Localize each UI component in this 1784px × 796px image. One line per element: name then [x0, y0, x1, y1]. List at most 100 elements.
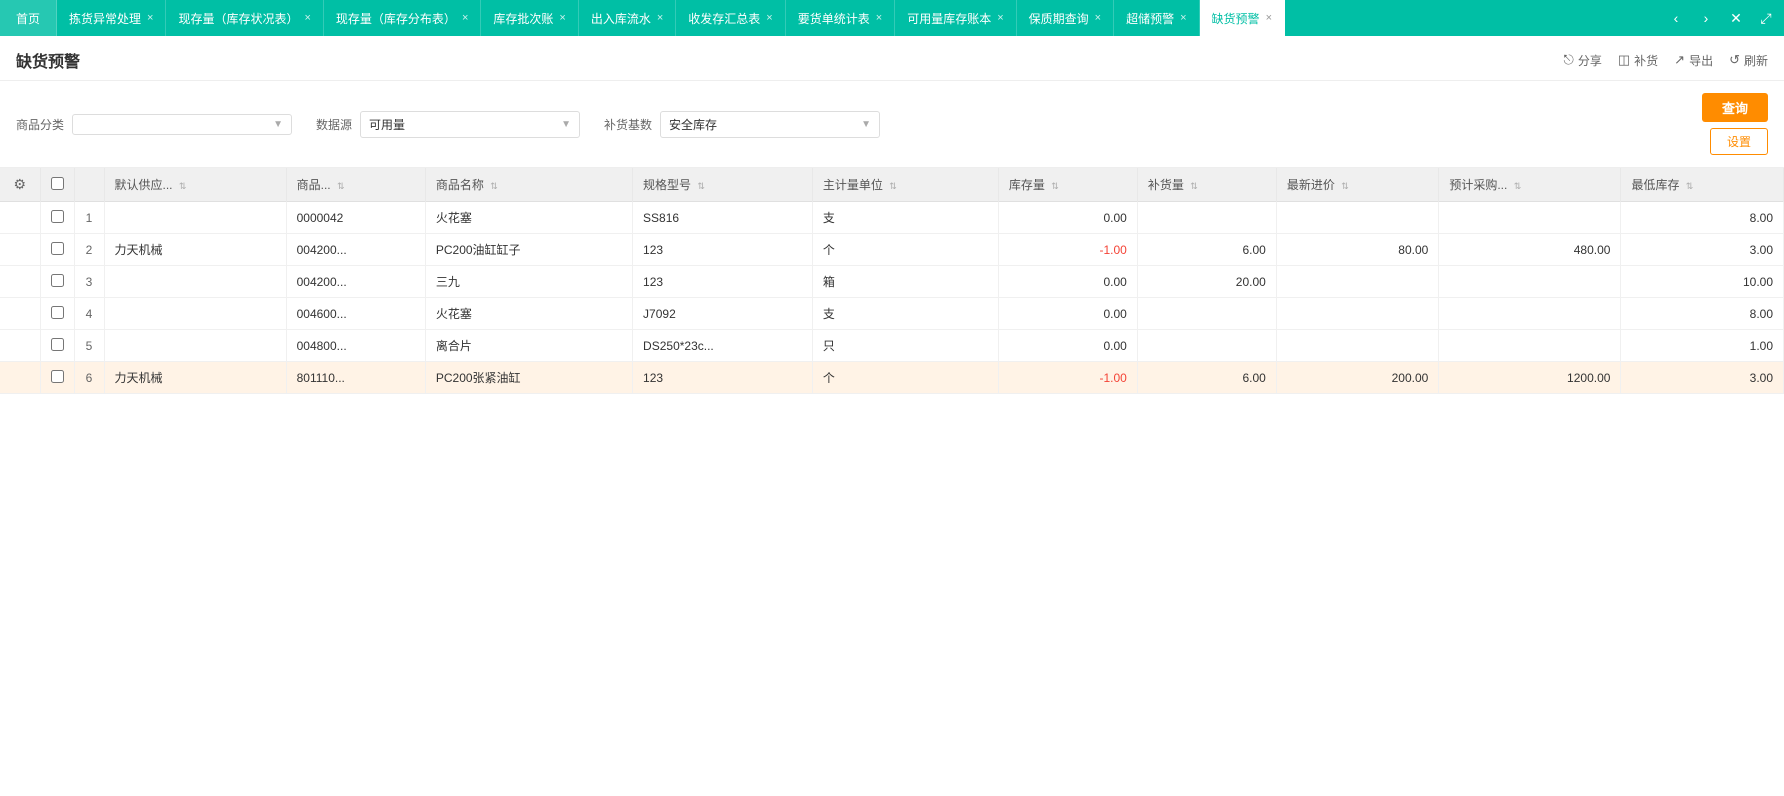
- row-checkbox[interactable]: [51, 306, 64, 319]
- nav-tab-home[interactable]: 首页: [0, 0, 57, 36]
- row-number: 4: [74, 298, 104, 330]
- row-stock: 0.00: [998, 330, 1137, 362]
- home-tab-label: 首页: [16, 10, 40, 27]
- export-action[interactable]: ↗ 导出: [1674, 52, 1713, 69]
- datasource-select[interactable]: 可用量 ▼: [360, 111, 580, 138]
- row-checkbox-cell[interactable]: [40, 298, 74, 330]
- nav-next-button[interactable]: ›: [1692, 4, 1720, 32]
- replenish-action[interactable]: ◫ 补货: [1618, 52, 1658, 69]
- recv-summary-label: 收发存汇总表: [688, 10, 760, 27]
- row-est-purchase: [1439, 266, 1621, 298]
- row-code: 004800...: [286, 330, 425, 362]
- row-latest-price: [1276, 266, 1439, 298]
- row-code: 004200...: [286, 266, 425, 298]
- replenish-base-select[interactable]: 安全库存 ▼: [660, 111, 880, 138]
- row-checkbox-cell[interactable]: [40, 234, 74, 266]
- row-checkbox[interactable]: [51, 242, 64, 255]
- col-latest-price[interactable]: 最新进价 ⇅: [1276, 168, 1439, 202]
- nav-close-button[interactable]: ✕: [1722, 4, 1750, 32]
- nav-tab-avail-ledger[interactable]: 可用量库存账本 ×: [895, 0, 1016, 36]
- row-unit: 支: [812, 202, 998, 234]
- col-stock[interactable]: 库存量 ⇅: [998, 168, 1137, 202]
- col-select-all[interactable]: [40, 168, 74, 202]
- close-avail-ledger[interactable]: ×: [997, 12, 1003, 24]
- nav-tab-demand-stat[interactable]: 要货单统计表 ×: [786, 0, 895, 36]
- defect-handling-label: 拣货异常处理: [69, 10, 141, 27]
- select-all-checkbox[interactable]: [51, 177, 64, 190]
- col-stock-label: 库存量: [1009, 178, 1045, 192]
- col-min-stock[interactable]: 最低库存 ⇅: [1621, 168, 1784, 202]
- col-gear[interactable]: ⚙: [0, 168, 40, 202]
- nav-tab-shortage[interactable]: 缺货预警 ×: [1200, 0, 1285, 36]
- replenish-base-value: 安全库存: [669, 116, 717, 133]
- col-spec-sort: ⇅: [697, 181, 705, 191]
- col-min-stock-label: 最低库存: [1631, 178, 1679, 192]
- close-batch-account[interactable]: ×: [559, 12, 565, 24]
- col-est-purchase[interactable]: 预计采购... ⇅: [1439, 168, 1621, 202]
- col-replenish[interactable]: 补货量 ⇅: [1137, 168, 1276, 202]
- row-supplier: [104, 202, 286, 234]
- replenish-label: 补货: [1634, 52, 1658, 69]
- col-name[interactable]: 商品名称 ⇅: [425, 168, 632, 202]
- row-name: PC200油缸缸子: [425, 234, 632, 266]
- refresh-label: 刷新: [1744, 52, 1768, 69]
- nav-maximize-button[interactable]: ⤢: [1752, 4, 1780, 32]
- row-est-purchase: 1200.00: [1439, 362, 1621, 394]
- row-checkbox[interactable]: [51, 274, 64, 287]
- nav-tab-overstock[interactable]: 超储预警 ×: [1114, 0, 1199, 36]
- row-supplier: 力天机械: [104, 234, 286, 266]
- settings-button[interactable]: 设置: [1710, 128, 1768, 155]
- row-checkbox-cell[interactable]: [40, 362, 74, 394]
- close-recv-summary[interactable]: ×: [766, 12, 772, 24]
- nav-tab-inout-flow[interactable]: 出入库流水 ×: [579, 0, 676, 36]
- col-latest-price-label: 最新进价: [1287, 178, 1335, 192]
- col-supplier[interactable]: 默认供应... ⇅: [104, 168, 286, 202]
- col-unit-sort: ⇅: [889, 181, 897, 191]
- close-shortage[interactable]: ×: [1266, 12, 1272, 24]
- col-est-purchase-sort: ⇅: [1514, 181, 1522, 191]
- gear-icon[interactable]: ⚙: [13, 176, 26, 192]
- col-spec[interactable]: 规格型号 ⇅: [633, 168, 813, 202]
- row-stock: 0.00: [998, 266, 1137, 298]
- refresh-icon: ↺: [1729, 52, 1740, 68]
- category-select[interactable]: ▼: [72, 114, 292, 135]
- nav-prev-button[interactable]: ‹: [1662, 4, 1690, 32]
- nav-tab-expiry-query[interactable]: 保质期查询 ×: [1017, 0, 1114, 36]
- row-gear-cell: [0, 202, 40, 234]
- col-unit-label: 主计量单位: [823, 178, 883, 192]
- nav-tab-inventory-dist[interactable]: 现存量（库存分布表） ×: [324, 0, 481, 36]
- col-code[interactable]: 商品... ⇅: [286, 168, 425, 202]
- close-inout-flow[interactable]: ×: [657, 12, 663, 24]
- close-defect-handling[interactable]: ×: [147, 12, 153, 24]
- close-demand-stat[interactable]: ×: [876, 12, 882, 24]
- table-row: 3 004200... 三九 123 箱 0.00 20.00 10.00: [0, 266, 1784, 298]
- col-est-purchase-label: 预计采购...: [1449, 178, 1507, 192]
- row-checkbox[interactable]: [51, 338, 64, 351]
- row-checkbox-cell[interactable]: [40, 266, 74, 298]
- avail-ledger-label: 可用量库存账本: [907, 10, 991, 27]
- page-title: 缺货预警: [16, 48, 80, 72]
- row-checkbox[interactable]: [51, 370, 64, 383]
- demand-stat-label: 要货单统计表: [798, 10, 870, 27]
- close-expiry-query[interactable]: ×: [1095, 12, 1101, 24]
- nav-tab-batch-account[interactable]: 库存批次账 ×: [481, 0, 578, 36]
- nav-tab-defect-handling[interactable]: 拣货异常处理 ×: [57, 0, 166, 36]
- col-unit[interactable]: 主计量单位 ⇅: [812, 168, 998, 202]
- row-code: 801110...: [286, 362, 425, 394]
- close-inventory-dist[interactable]: ×: [462, 12, 468, 24]
- close-inventory-status[interactable]: ×: [304, 12, 310, 24]
- row-checkbox[interactable]: [51, 210, 64, 223]
- nav-tab-inventory-status[interactable]: 现存量（库存状况表） ×: [166, 0, 323, 36]
- share-action[interactable]: ⎋ 分享: [1564, 52, 1602, 69]
- refresh-action[interactable]: ↺ 刷新: [1729, 52, 1768, 69]
- replenish-icon: ◫: [1618, 52, 1630, 68]
- row-checkbox-cell[interactable]: [40, 330, 74, 362]
- row-replenish: 20.00: [1137, 266, 1276, 298]
- nav-tab-recv-summary[interactable]: 收发存汇总表 ×: [676, 0, 785, 36]
- row-name: 离合片: [425, 330, 632, 362]
- row-spec: J7092: [633, 298, 813, 330]
- close-overstock[interactable]: ×: [1180, 12, 1186, 24]
- query-button[interactable]: 查询: [1702, 93, 1768, 122]
- row-checkbox-cell[interactable]: [40, 202, 74, 234]
- header-actions: ⎋ 分享 ◫ 补货 ↗ 导出 ↺ 刷新: [1564, 52, 1768, 69]
